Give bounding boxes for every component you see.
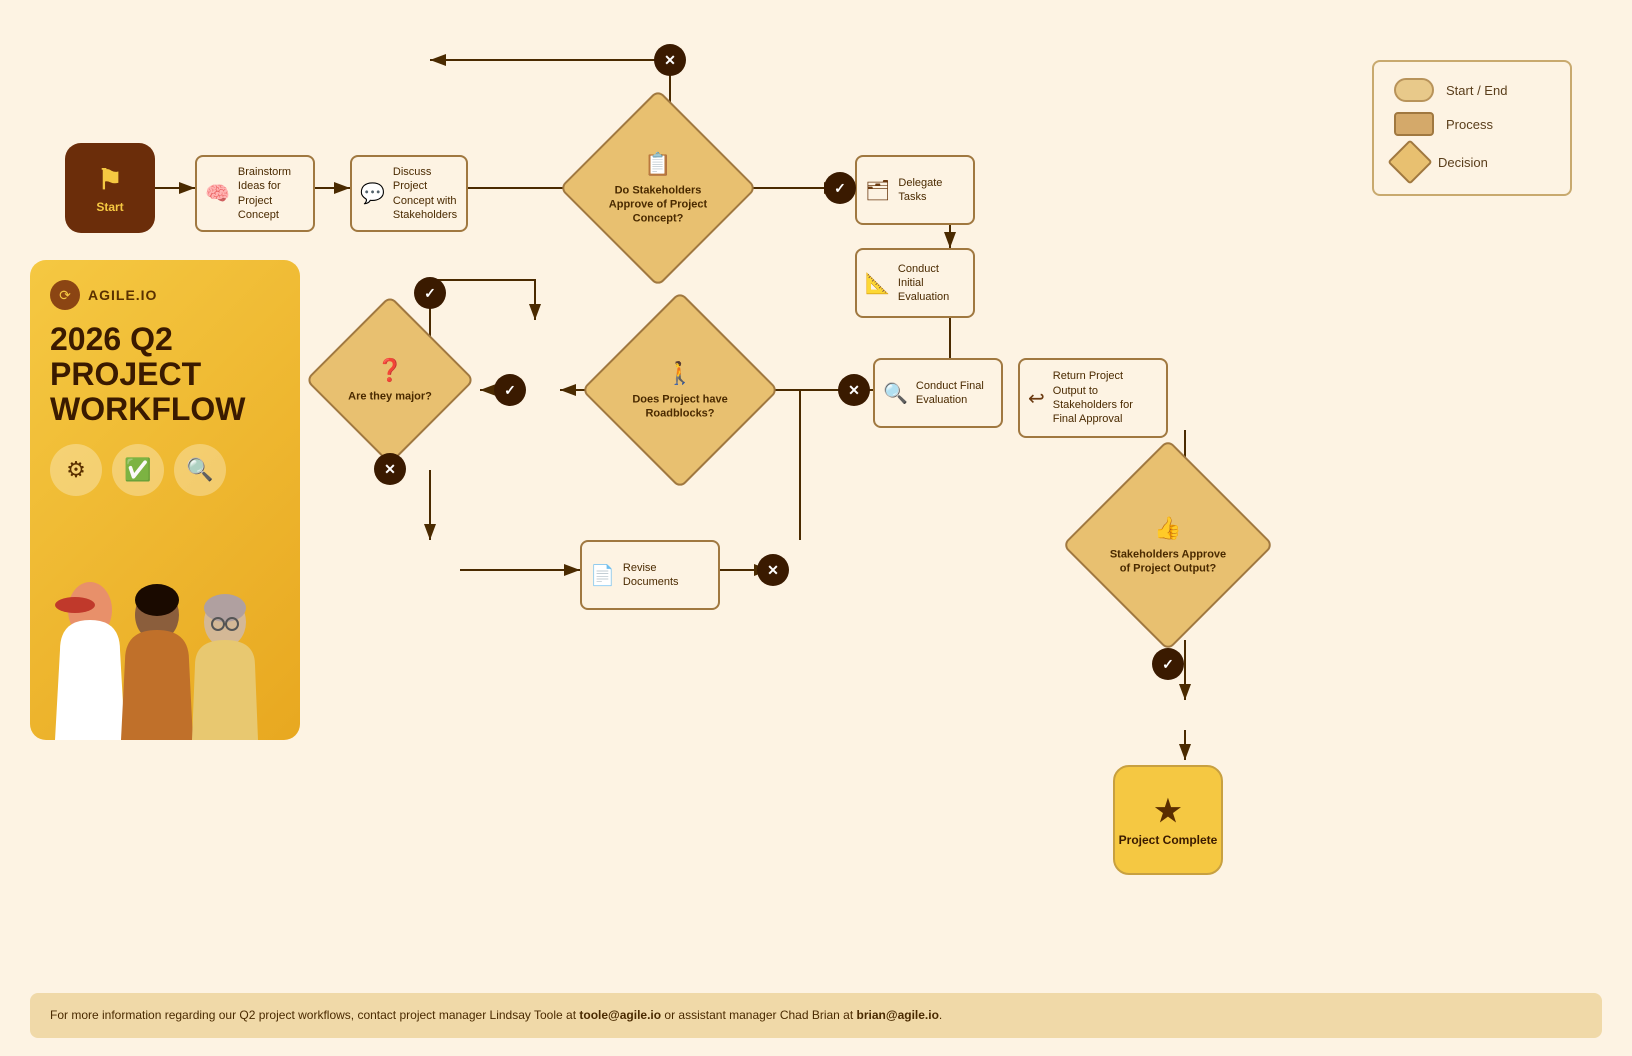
roadblocks-label: Does Project have Roadblocks? bbox=[625, 392, 735, 421]
revise-documents-node: 📄 Revise Documents bbox=[580, 540, 720, 610]
brainstorm-node: 🧠 Brainstorm Ideas for Project Concept bbox=[195, 155, 315, 232]
x-connector-top: ✕ bbox=[654, 44, 686, 76]
sidebar-logo: ⟳ AGILE.IO bbox=[50, 280, 280, 310]
sidebar-title: 2026 Q2 PROJECT WORKFLOW bbox=[50, 322, 280, 428]
flowchart: ⚑ Start 🧠 Brainstorm Ideas for Project C… bbox=[0, 0, 1632, 1056]
logo-icon: ⟳ bbox=[50, 280, 80, 310]
conduct-final-node: 🔍 Conduct Final Evaluation bbox=[873, 358, 1003, 428]
sidebar-panel: ⟳ AGILE.IO 2026 Q2 PROJECT WORKFLOW ⚙ ✅ … bbox=[30, 260, 300, 740]
conduct-initial-node: 📐 Conduct Initial Evaluation bbox=[855, 248, 975, 318]
x-connector-roadblocks: ✕ bbox=[838, 374, 870, 406]
footer-text-3: . bbox=[939, 1008, 942, 1022]
brainstorm-icon: 🧠 bbox=[205, 181, 230, 206]
footer: For more information regarding our Q2 pr… bbox=[30, 993, 1602, 1038]
tools-icon-circle: ⚙ bbox=[50, 444, 102, 496]
check-connector-final: ✓ bbox=[1152, 648, 1184, 680]
return-label: Return Project Output to Stakeholders fo… bbox=[1053, 369, 1158, 426]
star-icon: ★ bbox=[1155, 794, 1182, 829]
footer-text-2: or assistant manager Chad Brian at bbox=[661, 1008, 856, 1022]
footer-text-1: For more information regarding our Q2 pr… bbox=[50, 1008, 579, 1022]
check-connector-3: ✓ bbox=[494, 374, 526, 406]
checklist-icon-circle: ✅ bbox=[112, 444, 164, 496]
legend-item-decision: Decision bbox=[1394, 146, 1550, 178]
stakeholders-approve-output-node: 👍 Stakeholders Approve of Project Output… bbox=[1093, 470, 1243, 620]
revise-label: Revise Documents bbox=[623, 561, 710, 590]
sidebar-icons-row: ⚙ ✅ 🔍 bbox=[50, 444, 280, 496]
x-connector-revise: ✕ bbox=[757, 554, 789, 586]
project-complete-label: Project Complete bbox=[1119, 833, 1218, 847]
delegate-label: Delegate Tasks bbox=[898, 176, 965, 205]
stakeholders-icon: 📋 bbox=[603, 150, 713, 179]
flag-icon: ⚑ bbox=[97, 163, 122, 196]
discuss-node: 💬 Discuss Project Concept with Stakehold… bbox=[350, 155, 468, 232]
person-3-svg bbox=[185, 580, 265, 740]
x-connector-major: ✕ bbox=[374, 453, 406, 485]
legend-shape-decision bbox=[1387, 139, 1432, 184]
roadblocks-icon: 🚶 bbox=[625, 359, 735, 388]
check-connector-1: ✓ bbox=[414, 277, 446, 309]
start-node: ⚑ Start bbox=[65, 143, 155, 233]
major-node: ❓ Are they major? bbox=[330, 320, 450, 440]
conduct-final-icon: 🔍 bbox=[883, 381, 908, 406]
start-label: Start bbox=[96, 200, 123, 214]
stakeholders-approve-node: 📋 Do Stakeholders Approve of Project Con… bbox=[588, 118, 728, 258]
discuss-label: Discuss Project Concept with Stakeholder… bbox=[393, 165, 458, 222]
conduct-initial-icon: 📐 bbox=[865, 271, 890, 296]
logo-text: AGILE.IO bbox=[88, 287, 157, 303]
search-icon-circle: 🔍 bbox=[174, 444, 226, 496]
project-complete-node: ★ Project Complete bbox=[1113, 765, 1223, 875]
discuss-icon: 💬 bbox=[360, 181, 385, 206]
footer-email-1: toole@agile.io bbox=[579, 1008, 661, 1022]
conduct-initial-label: Conduct Initial Evaluation bbox=[898, 262, 965, 305]
return-output-node: ↩ Return Project Output to Stakeholders … bbox=[1018, 358, 1168, 438]
stakeholders-approve-output-label: Stakeholders Approve of Project Output? bbox=[1108, 547, 1228, 576]
legend-shape-process bbox=[1394, 112, 1434, 136]
thumbsup-icon: 👍 bbox=[1108, 514, 1228, 543]
legend-label-process: Process bbox=[1446, 117, 1493, 132]
conduct-final-label: Conduct Final Evaluation bbox=[916, 379, 993, 408]
revise-icon: 📄 bbox=[590, 563, 615, 588]
roadblocks-node: 🚶 Does Project have Roadblocks? bbox=[610, 320, 750, 460]
legend-label-start-end: Start / End bbox=[1446, 83, 1507, 98]
footer-email-2: brian@agile.io bbox=[857, 1008, 939, 1022]
delegate-icon: 🗂 bbox=[865, 178, 890, 203]
legend-panel: Start / End Process Decision bbox=[1372, 60, 1572, 196]
stakeholders-approve-label: Do Stakeholders Approve of Project Conce… bbox=[603, 183, 713, 226]
legend-item-start-end: Start / End bbox=[1394, 78, 1550, 102]
legend-label-decision: Decision bbox=[1438, 155, 1488, 170]
delegate-tasks-node: 🗂 Delegate Tasks bbox=[855, 155, 975, 225]
major-icon: ❓ bbox=[340, 357, 440, 386]
legend-item-process: Process bbox=[1394, 112, 1550, 136]
major-label: Are they major? bbox=[340, 389, 440, 403]
people-illustration bbox=[30, 560, 300, 740]
check-connector-2: ✓ bbox=[824, 172, 856, 204]
brainstorm-label: Brainstorm Ideas for Project Concept bbox=[238, 165, 305, 222]
return-icon: ↩ bbox=[1028, 386, 1045, 411]
legend-shape-start-end bbox=[1394, 78, 1434, 102]
